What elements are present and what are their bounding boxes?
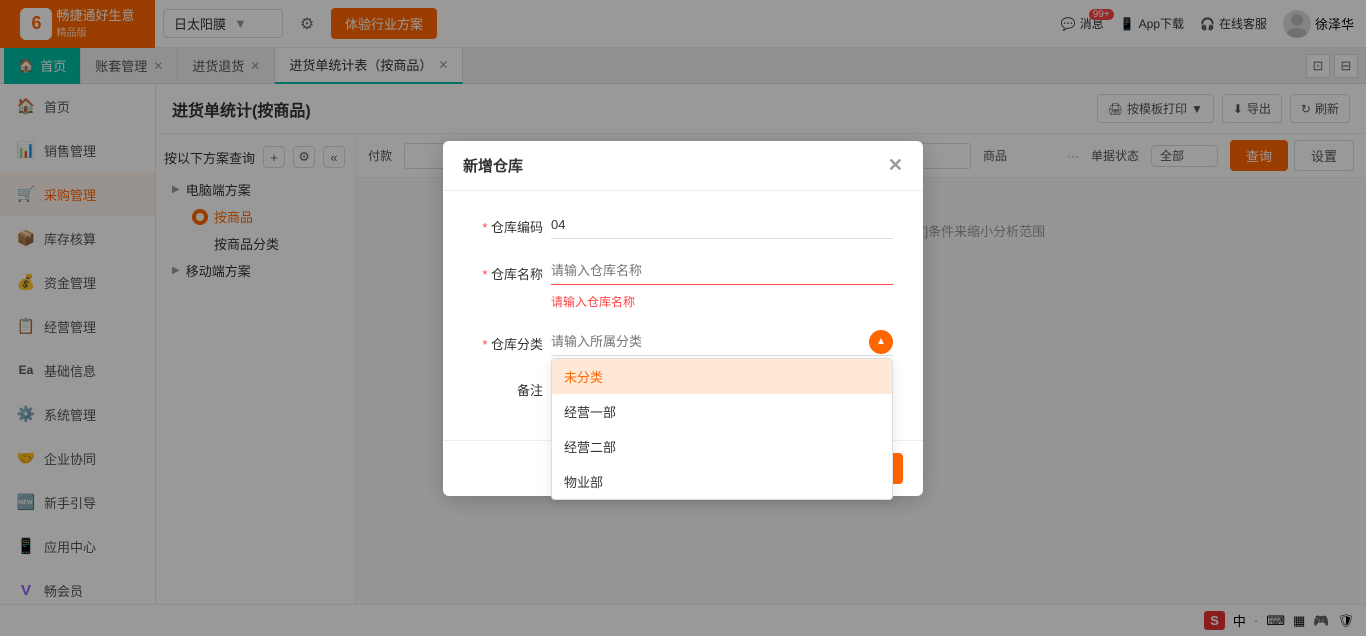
form-row-name: 仓库名称 请输入仓库名称: [473, 257, 893, 310]
form-row-category: 仓库分类 未分类 经营一部 经营二部 物业部: [473, 328, 893, 356]
name-input[interactable]: [551, 257, 893, 285]
note-label: 备注: [473, 374, 543, 399]
dropdown-item-property[interactable]: 物业部: [552, 464, 892, 499]
add-warehouse-modal: 新增仓库 ✕ 仓库编码 仓库名称 请输入仓库名称 仓库分类: [443, 141, 923, 496]
dropdown-item-dept2[interactable]: 经营二部: [552, 429, 892, 464]
modal-body: 仓库编码 仓库名称 请输入仓库名称 仓库分类: [443, 191, 923, 440]
category-input[interactable]: [551, 328, 893, 356]
modal-overlay[interactable]: 新增仓库 ✕ 仓库编码 仓库名称 请输入仓库名称 仓库分类: [0, 0, 1366, 636]
name-error-message: 请输入仓库名称: [551, 295, 635, 309]
category-dropdown: 未分类 经营一部 经营二部 物业部: [551, 358, 893, 500]
category-label: 仓库分类: [473, 328, 543, 353]
modal-close-button[interactable]: ✕: [888, 155, 903, 176]
form-row-code: 仓库编码: [473, 211, 893, 239]
code-input[interactable]: [551, 211, 893, 239]
dropdown-item-dept1[interactable]: 经营一部: [552, 394, 892, 429]
name-error-wrap: 请输入仓库名称: [473, 293, 893, 310]
modal-title: 新增仓库: [463, 155, 523, 176]
name-label: 仓库名称: [473, 258, 543, 283]
category-select-wrap: 未分类 经营一部 经营二部 物业部: [551, 328, 893, 356]
code-label: 仓库编码: [473, 211, 543, 236]
dropdown-item-uncategorized[interactable]: 未分类: [552, 359, 892, 394]
modal-header: 新增仓库 ✕: [443, 141, 923, 191]
category-dropdown-toggle[interactable]: [869, 330, 893, 354]
